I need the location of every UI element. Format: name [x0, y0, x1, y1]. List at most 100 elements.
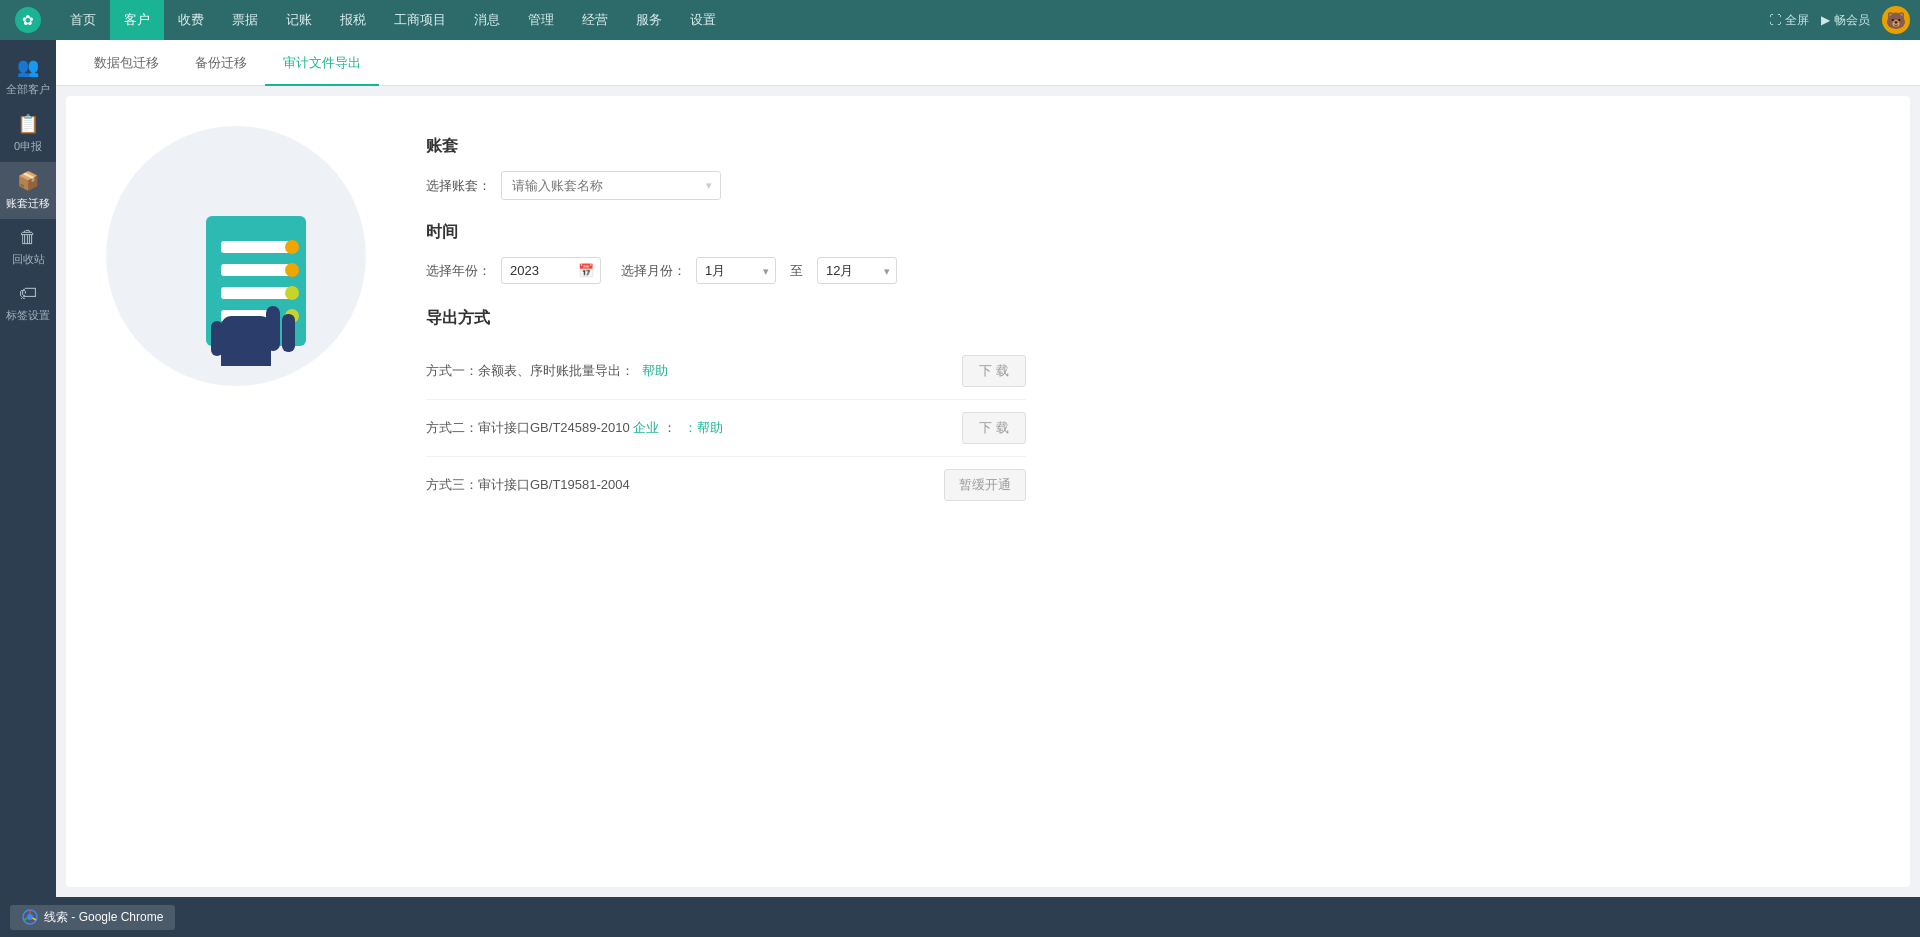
account-select-wrapper[interactable]: ▾ — [501, 171, 721, 200]
method-2-label: 方式二：审计接口GB/T24589-2010 企业 ： ：帮助 — [426, 419, 723, 437]
tag-icon: 🏷 — [19, 283, 37, 304]
zero-declare-icon: 📋 — [17, 113, 39, 135]
month-end-wrapper[interactable]: 1月2月3月4月 5月6月7月8月 9月10月11月12月 — [817, 257, 897, 284]
migrate-icon: 📦 — [17, 170, 39, 192]
export-section: 导出方式 方式一：余额表、序时账批量导出： 帮助 下 载 — [426, 308, 1026, 513]
export-method-3: 方式三：审计接口GB/T19581-2004 暂缓开通 — [426, 457, 1026, 513]
calendar-icon[interactable]: 📅 — [572, 258, 600, 283]
year-label: 选择年份： — [426, 262, 491, 280]
avatar[interactable]: 🐻 — [1882, 6, 1910, 34]
nav-item-charge[interactable]: 收费 — [164, 0, 218, 40]
svg-rect-15 — [211, 321, 223, 356]
month-end-select[interactable]: 1月2月3月4月 5月6月7月8月 9月10月11月12月 — [818, 258, 888, 283]
svg-rect-12 — [221, 316, 271, 366]
sidebar-item-tag-settings[interactable]: 🏷 标签设置 — [0, 275, 56, 331]
top-nav-right: ⛶ 全屏 ▶ 畅会员 🐻 — [1769, 6, 1910, 34]
tab-data-migrate[interactable]: 数据包迁移 — [76, 42, 177, 86]
main-content: 账套 选择账套： ▾ 时间 选择年份： 📅 — [66, 96, 1910, 887]
nav-item-invoice[interactable]: 票据 — [218, 0, 272, 40]
nav-item-client[interactable]: 客户 — [110, 0, 164, 40]
app-logo: ✿ — [10, 2, 46, 38]
nav-item-manage[interactable]: 管理 — [514, 0, 568, 40]
nav-item-message[interactable]: 消息 — [460, 0, 514, 40]
svg-rect-13 — [266, 306, 280, 351]
sidebar-item-recycle[interactable]: 🗑 回收站 — [0, 219, 56, 275]
method-1-text: 方式一：余额表、序时账批量导出： — [426, 363, 634, 378]
export-method-2: 方式二：审计接口GB/T24589-2010 企业 ： ：帮助 下 载 — [426, 400, 1026, 457]
method-2-text: 方式二：审计接口GB/T24589-2010 — [426, 420, 630, 435]
method-1-label: 方式一：余额表、序时账批量导出： 帮助 — [426, 362, 668, 380]
fullscreen-icon: ⛶ — [1769, 13, 1781, 27]
sidebar-item-label: 标签设置 — [6, 308, 50, 323]
method-2-help-link[interactable]: ：帮助 — [684, 420, 723, 435]
illustration-circle — [106, 126, 366, 386]
method-1-help-link[interactable]: 帮助 — [642, 363, 668, 378]
nav-item-business[interactable]: 工商项目 — [380, 0, 460, 40]
fullscreen-label: 全屏 — [1785, 12, 1809, 29]
content-area: 数据包迁移 备份迁移 审计文件导出 — [56, 40, 1920, 897]
svg-point-17 — [27, 914, 33, 920]
method-3-open-button[interactable]: 暂缓开通 — [944, 469, 1026, 501]
method-2-help-prefix: ： — [663, 420, 676, 435]
content-inner: 账套 选择账套： ▾ 时间 选择年份： 📅 — [106, 126, 1870, 513]
dropdown-arrow-icon[interactable]: ▾ — [698, 173, 720, 198]
time-section-title: 时间 — [426, 222, 1026, 243]
method-2-company-link[interactable]: 企业 — [633, 420, 659, 435]
year-input-wrapper: 📅 — [501, 257, 601, 284]
year-input[interactable] — [502, 258, 572, 283]
fullscreen-button[interactable]: ⛶ 全屏 — [1769, 12, 1809, 29]
account-section-title: 账套 — [426, 136, 1026, 157]
left-sidebar: 👥 全部客户 📋 0申报 📦 账套迁移 🗑 回收站 🏷 标签设置 — [0, 40, 56, 897]
recycle-icon: 🗑 — [19, 227, 37, 248]
svg-point-8 — [285, 263, 299, 277]
taskbar-item-label: 线索 - Google Chrome — [44, 909, 163, 926]
nav-item-settings[interactable]: 设置 — [676, 0, 730, 40]
nav-item-tax[interactable]: 报税 — [326, 0, 380, 40]
export-section-title: 导出方式 — [426, 308, 1026, 329]
svg-rect-14 — [282, 314, 295, 352]
sidebar-item-label: 账套迁移 — [6, 196, 50, 211]
sidebar-item-all-clients[interactable]: 👥 全部客户 — [0, 48, 56, 105]
sidebar-item-label: 全部客户 — [6, 82, 50, 97]
illustration-container — [106, 126, 366, 386]
chrome-icon — [22, 909, 38, 925]
nav-item-service[interactable]: 服务 — [622, 0, 676, 40]
svg-rect-5 — [221, 287, 291, 299]
sidebar-item-zero-declare[interactable]: 📋 0申报 — [0, 105, 56, 162]
account-label: 选择账套： — [426, 177, 491, 195]
month-start-select[interactable]: 1月2月3月4月 5月6月7月8月 9月10月11月12月 — [697, 258, 767, 283]
export-method-1: 方式一：余额表、序时账批量导出： 帮助 下 载 — [426, 343, 1026, 400]
month-label: 选择月份： — [621, 262, 686, 280]
nav-item-operation[interactable]: 经营 — [568, 0, 622, 40]
sidebar-item-account-migrate[interactable]: 📦 账套迁移 — [0, 162, 56, 219]
svg-point-7 — [285, 240, 299, 254]
account-form-row: 选择账套： ▾ — [426, 171, 1026, 200]
nav-item-home[interactable]: 首页 — [56, 0, 110, 40]
month-start-wrapper[interactable]: 1月2月3月4月 5月6月7月8月 9月10月11月12月 — [696, 257, 776, 284]
method-3-label: 方式三：审计接口GB/T19581-2004 — [426, 476, 630, 494]
member-label: 畅会员 — [1834, 12, 1870, 29]
svg-text:✿: ✿ — [22, 12, 34, 28]
tab-backup-migrate[interactable]: 备份迁移 — [177, 42, 265, 86]
sidebar-item-label: 0申报 — [14, 139, 42, 154]
account-input[interactable] — [502, 172, 698, 199]
nav-items: 首页 客户 收费 票据 记账 报税 工商项目 消息 管理 经营 服务 设置 — [56, 0, 1769, 40]
member-button[interactable]: ▶ 畅会员 — [1821, 12, 1870, 29]
taskbar-chrome-item[interactable]: 线索 - Google Chrome — [10, 905, 175, 930]
nav-item-bookkeeping[interactable]: 记账 — [272, 0, 326, 40]
tabs-bar: 数据包迁移 备份迁移 审计文件导出 — [56, 40, 1920, 86]
all-clients-icon: 👥 — [17, 56, 39, 78]
svg-line-20 — [24, 918, 28, 920]
method-1-download-button[interactable]: 下 载 — [962, 355, 1026, 387]
method-2-download-button[interactable]: 下 载 — [962, 412, 1026, 444]
tab-audit-export[interactable]: 审计文件导出 — [265, 42, 379, 86]
to-label: 至 — [790, 262, 803, 280]
video-icon: ▶ — [1821, 13, 1830, 27]
form-area: 账套 选择账套： ▾ 时间 选择年份： 📅 — [426, 126, 1026, 513]
svg-point-9 — [285, 286, 299, 300]
svg-rect-4 — [221, 264, 291, 276]
top-nav: ✿ 首页 客户 收费 票据 记账 报税 工商项目 消息 管理 经营 服务 设置 … — [0, 0, 1920, 40]
main-layout: 👥 全部客户 📋 0申报 📦 账套迁移 🗑 回收站 🏷 标签设置 数据包迁移 备… — [0, 40, 1920, 897]
svg-line-19 — [33, 918, 37, 920]
svg-rect-3 — [221, 241, 291, 253]
